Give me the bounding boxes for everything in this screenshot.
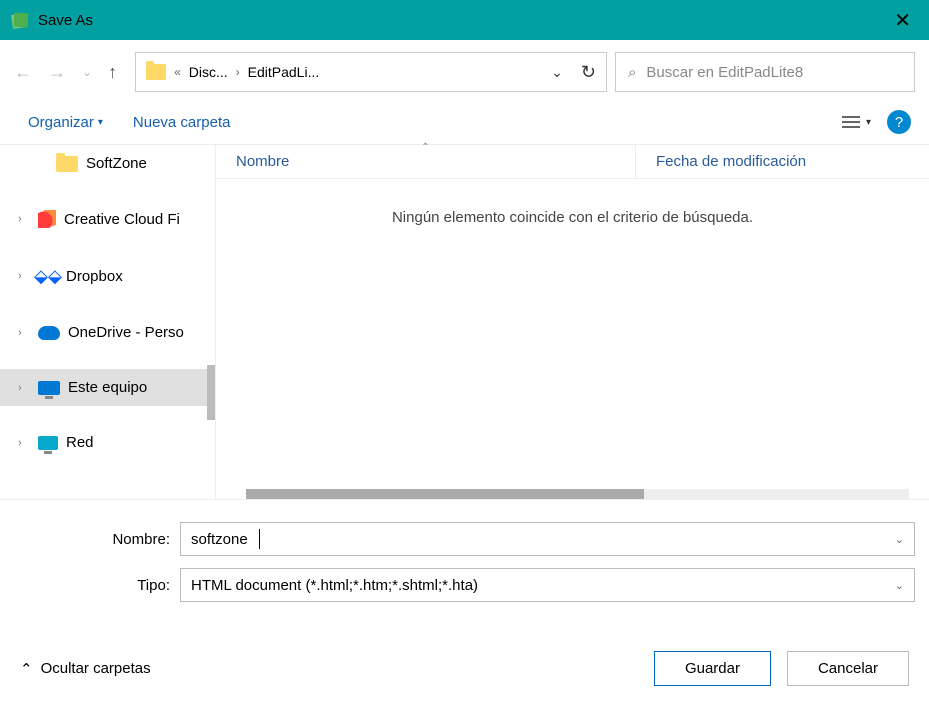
chevron-up-icon: ⌃ xyxy=(20,660,33,678)
expand-icon[interactable]: › xyxy=(18,327,30,339)
view-button[interactable]: ▾ xyxy=(842,115,871,129)
sort-arrow-icon: ⌃ xyxy=(421,142,429,153)
chevron-down-icon: ▾ xyxy=(866,117,871,128)
filetype-label: Tipo: xyxy=(0,577,180,594)
tree-item-dropbox[interactable]: › ⬙⬙ Dropbox xyxy=(0,256,215,296)
tree-item-red[interactable]: › Red xyxy=(0,424,215,461)
help-button[interactable]: ? xyxy=(887,110,911,134)
creative-cloud-icon xyxy=(38,210,56,228)
refresh-button[interactable]: ↻ xyxy=(581,62,596,83)
up-button[interactable]: ↑ xyxy=(108,62,117,83)
close-button[interactable]: ✕ xyxy=(886,8,919,33)
tree-item-este-equipo[interactable]: › Este equipo xyxy=(0,369,215,406)
filename-field[interactable]: ⌄ xyxy=(180,522,915,556)
tree-item-softzone[interactable]: SoftZone xyxy=(0,145,215,182)
save-button[interactable]: Guardar xyxy=(654,651,771,686)
chevron-down-icon[interactable]: ⌄ xyxy=(895,533,904,546)
chevron-down-icon[interactable]: ⌄ xyxy=(895,579,904,592)
toolbar: Organizar ▾ Nueva carpeta ▾ ? xyxy=(0,104,929,144)
sidebar: SoftZone › Creative Cloud Fi › ⬙⬙ Dropbo… xyxy=(0,145,215,499)
search-box[interactable]: ⌕ xyxy=(615,52,915,92)
recent-dropdown[interactable]: ⌄ xyxy=(82,65,92,79)
folder-icon xyxy=(56,156,78,172)
organize-button[interactable]: Organizar ▾ xyxy=(28,114,103,131)
tree-item-creative-cloud[interactable]: › Creative Cloud Fi xyxy=(0,200,215,238)
tree-label: OneDrive - Perso xyxy=(68,324,184,341)
expand-icon[interactable]: › xyxy=(18,213,30,225)
file-list: ⌃ Nombre Fecha de modificación Ningún el… xyxy=(215,145,929,499)
nav-row: ← → ⌄ ↑ « Disc... › EditPadLi... ⌄ ↻ ⌕ xyxy=(0,40,929,104)
app-icon xyxy=(10,10,30,30)
filename-label: Nombre: xyxy=(0,531,180,548)
footer: ⌃ Ocultar carpetas Guardar Cancelar xyxy=(0,635,929,702)
chevron-down-icon: ▾ xyxy=(98,117,103,128)
filename-input[interactable] xyxy=(191,531,259,548)
hide-folders-button[interactable]: ⌃ Ocultar carpetas xyxy=(20,660,151,678)
network-icon xyxy=(38,436,58,450)
new-folder-button[interactable]: Nueva carpeta xyxy=(133,114,231,131)
empty-message: Ningún elemento coincide con el criterio… xyxy=(216,179,929,256)
forward-button[interactable]: → xyxy=(48,62,66,83)
expand-icon[interactable]: › xyxy=(18,437,30,449)
filetype-value: HTML document (*.html;*.htm;*.shtml;*.ht… xyxy=(191,577,478,594)
tree-label: Este equipo xyxy=(68,379,147,396)
path-prefix: « xyxy=(174,65,181,79)
window-title: Save As xyxy=(38,12,886,29)
tree-label: Red xyxy=(66,434,94,451)
pc-icon xyxy=(38,381,60,395)
back-button[interactable]: ← xyxy=(14,62,32,83)
text-cursor xyxy=(259,529,260,549)
search-input[interactable] xyxy=(646,64,902,81)
sidebar-scrollbar[interactable] xyxy=(207,365,215,420)
path-dropdown[interactable]: ⌄ xyxy=(551,64,563,81)
tree-label: Creative Cloud Fi xyxy=(64,211,180,228)
expand-icon[interactable]: › xyxy=(18,270,30,282)
path-segment[interactable]: Disc... xyxy=(189,64,228,80)
filetype-field[interactable]: HTML document (*.html;*.htm;*.shtml;*.ht… xyxy=(180,568,915,602)
column-header-name[interactable]: ⌃ Nombre xyxy=(216,145,636,178)
cancel-button[interactable]: Cancelar xyxy=(787,651,909,686)
search-icon: ⌕ xyxy=(628,64,636,81)
folder-icon xyxy=(146,64,166,80)
dropbox-icon: ⬙⬙ xyxy=(38,266,58,286)
address-bar[interactable]: « Disc... › EditPadLi... ⌄ ↻ xyxy=(135,52,607,92)
horizontal-scrollbar[interactable] xyxy=(246,489,909,499)
onedrive-icon xyxy=(38,326,60,340)
path-segment[interactable]: EditPadLi... xyxy=(248,64,320,80)
chevron-right-icon: › xyxy=(236,65,240,79)
tree-item-onedrive[interactable]: › OneDrive - Perso xyxy=(0,314,215,351)
column-header-date[interactable]: Fecha de modificación xyxy=(636,145,826,178)
tree-label: Dropbox xyxy=(66,268,123,285)
titlebar: Save As ✕ xyxy=(0,0,929,40)
tree-label: SoftZone xyxy=(86,155,147,172)
expand-icon[interactable]: › xyxy=(18,382,30,394)
